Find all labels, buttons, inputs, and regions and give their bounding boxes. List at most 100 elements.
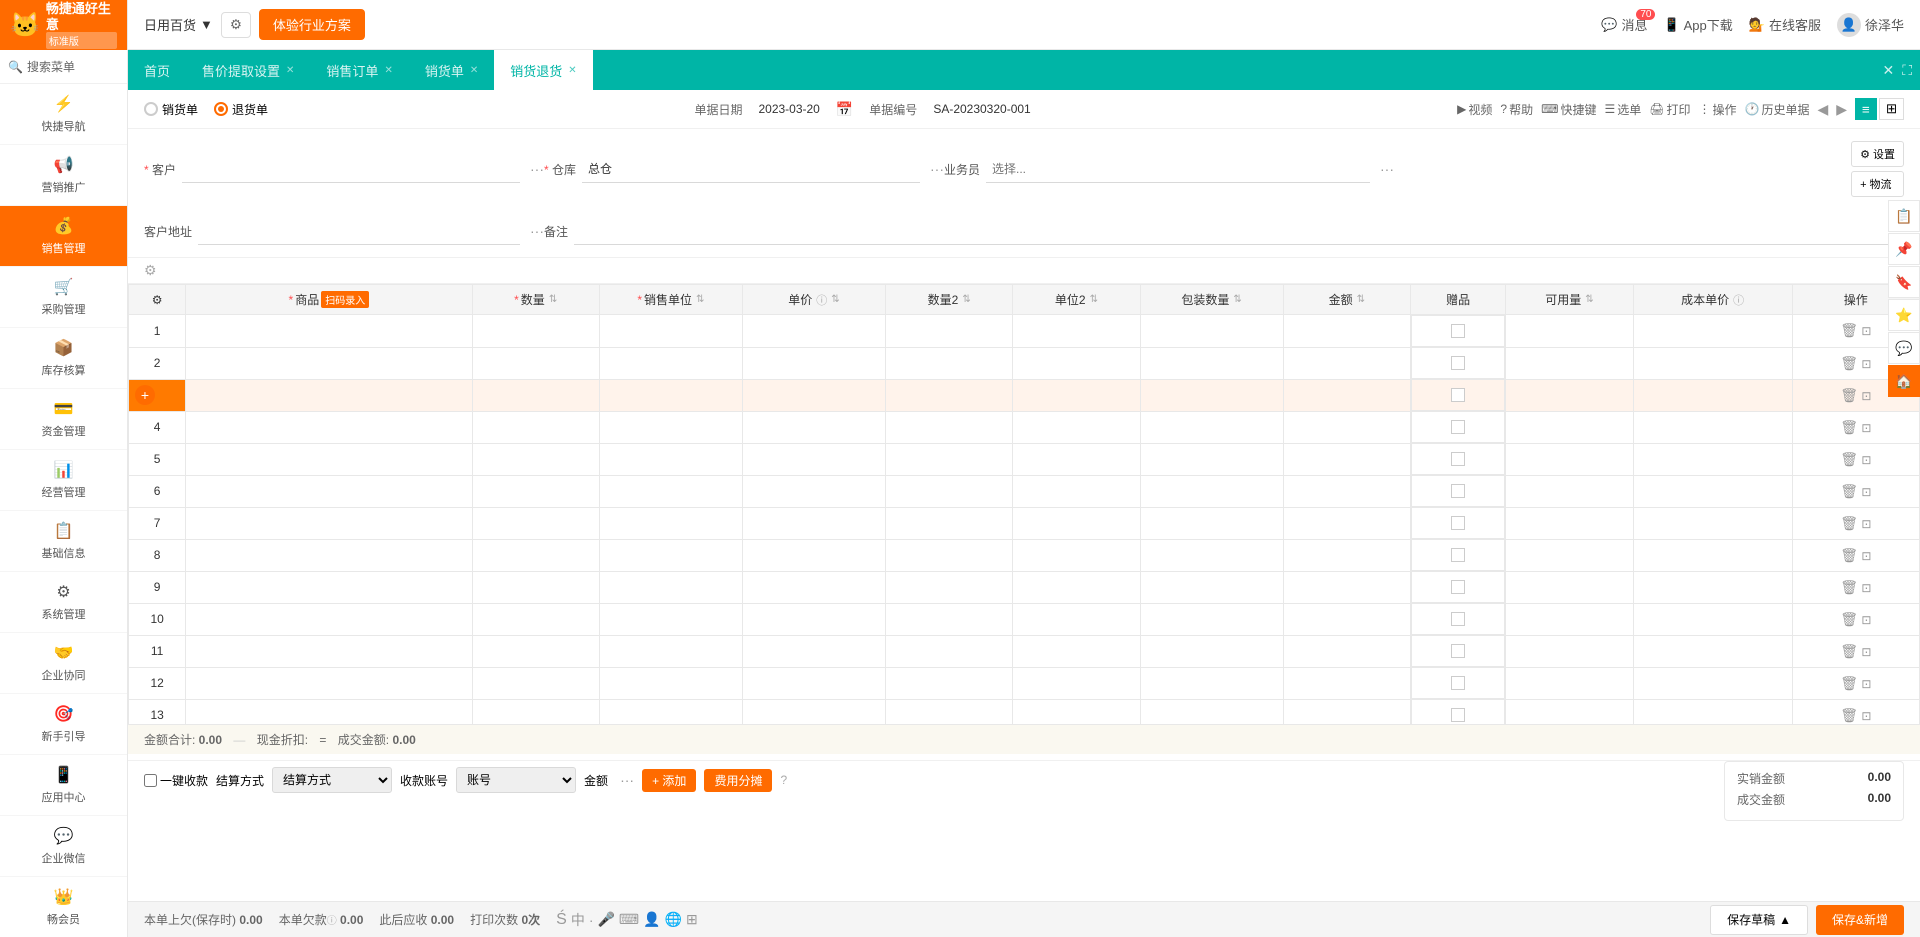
amount-sort-icon[interactable]: ⇅ bbox=[1357, 294, 1365, 305]
copy-row-btn-5[interactable]: ⊡ bbox=[1861, 453, 1871, 467]
cell-cost-8[interactable] bbox=[1633, 539, 1792, 571]
cell-cost-13[interactable] bbox=[1633, 699, 1792, 724]
one-click-checkbox[interactable] bbox=[144, 774, 157, 787]
cell-cost-10[interactable] bbox=[1633, 603, 1792, 635]
delete-row-btn-3[interactable]: 🗑 bbox=[1840, 387, 1858, 404]
float-btn-star[interactable]: ⭐ bbox=[1888, 299, 1920, 331]
cell-unit-3[interactable] bbox=[599, 379, 742, 411]
available-sort-icon[interactable]: ⇅ bbox=[1585, 294, 1593, 305]
cell-qty-4[interactable] bbox=[472, 411, 599, 443]
cell-qty-7[interactable] bbox=[472, 507, 599, 539]
cell-available-2[interactable] bbox=[1506, 347, 1633, 379]
cell-gift-5[interactable] bbox=[1411, 443, 1505, 475]
cell-unit-2[interactable] bbox=[599, 347, 742, 379]
cell-unit2-8[interactable] bbox=[1013, 539, 1140, 571]
cell-unit2-1[interactable] bbox=[1013, 315, 1140, 348]
scan-input-btn[interactable]: 扫码录入 bbox=[321, 291, 369, 308]
cell-amount-10[interactable] bbox=[1283, 603, 1410, 635]
date-picker-icon[interactable]: 📅 bbox=[836, 101, 853, 118]
sidebar-item-vip[interactable]: 👑 畅会员 bbox=[0, 877, 127, 937]
warehouse-input[interactable] bbox=[582, 155, 920, 183]
nav-settings-btn[interactable]: ⚙ bbox=[221, 12, 251, 38]
cell-qty-13[interactable] bbox=[472, 699, 599, 724]
cell-qty-3[interactable] bbox=[472, 379, 599, 411]
cell-unit-9[interactable] bbox=[599, 571, 742, 603]
save-new-btn[interactable]: 保存&新增 bbox=[1816, 905, 1904, 935]
cell-gift-12[interactable] bbox=[1411, 667, 1505, 699]
copy-row-btn-10[interactable]: ⊡ bbox=[1861, 613, 1871, 627]
cell-unit2-11[interactable] bbox=[1013, 635, 1140, 667]
input-icon1[interactable]: 中 bbox=[571, 910, 585, 930]
copy-row-btn-7[interactable]: ⊡ bbox=[1861, 517, 1871, 531]
cell-amount-4[interactable] bbox=[1283, 411, 1410, 443]
cell-qty-5[interactable] bbox=[472, 443, 599, 475]
unit-sort-icon[interactable]: ⇅ bbox=[696, 294, 704, 305]
cell-cost-5[interactable] bbox=[1633, 443, 1792, 475]
settings-side-btn[interactable]: ⚙ 设置 bbox=[1851, 141, 1904, 167]
unit2-sort-icon[interactable]: ⇅ bbox=[1090, 294, 1098, 305]
cell-price-4[interactable] bbox=[742, 411, 885, 443]
cell-price-2[interactable] bbox=[742, 347, 885, 379]
action-operations[interactable]: ⋮ 操作 bbox=[1698, 101, 1736, 118]
cell-gift-9[interactable] bbox=[1411, 571, 1505, 603]
input-icon2[interactable]: · bbox=[589, 912, 594, 928]
cell-unit-1[interactable] bbox=[599, 315, 742, 348]
app-download-btn[interactable]: 📱 App下载 bbox=[1663, 15, 1732, 34]
cell-qty2-13[interactable] bbox=[886, 699, 1013, 724]
qty-sort-icon[interactable]: ⇅ bbox=[549, 294, 557, 305]
sidebar-item-inventory[interactable]: 📦 库存核算 bbox=[0, 328, 127, 389]
cell-product-2[interactable] bbox=[186, 347, 472, 379]
cell-unit2-6[interactable] bbox=[1013, 475, 1140, 507]
cell-amount-1[interactable] bbox=[1283, 315, 1410, 348]
cell-unit2-4[interactable] bbox=[1013, 411, 1140, 443]
cell-product-12[interactable] bbox=[186, 667, 472, 699]
cell-qty-6[interactable] bbox=[472, 475, 599, 507]
cell-price-11[interactable] bbox=[742, 635, 885, 667]
cell-qty-2[interactable] bbox=[472, 347, 599, 379]
cell-available-10[interactable] bbox=[1506, 603, 1633, 635]
tab-price-settings[interactable]: 售价提取设置 ✕ bbox=[186, 50, 310, 90]
add-row-btn[interactable]: + bbox=[135, 385, 155, 405]
cell-packqty-5[interactable] bbox=[1140, 443, 1283, 475]
prev-record-btn[interactable]: ◀ bbox=[1817, 101, 1828, 118]
cell-available-9[interactable] bbox=[1506, 571, 1633, 603]
tab-sales-delivery[interactable]: 销货单 ✕ bbox=[409, 50, 494, 90]
gift-checkbox-4[interactable] bbox=[1451, 420, 1465, 434]
cell-cost-4[interactable] bbox=[1633, 411, 1792, 443]
next-record-btn[interactable]: ▶ bbox=[1836, 101, 1847, 118]
cell-available-6[interactable] bbox=[1506, 475, 1633, 507]
save-draft-btn[interactable]: 保存草稿 ▲ bbox=[1710, 905, 1808, 935]
cell-qty2-9[interactable] bbox=[886, 571, 1013, 603]
expense-btn[interactable]: 费用分摊 bbox=[704, 769, 772, 792]
cell-qty2-2[interactable] bbox=[886, 347, 1013, 379]
delete-row-btn-13[interactable]: 🗑 bbox=[1840, 707, 1858, 724]
cell-amount-12[interactable] bbox=[1283, 667, 1410, 699]
cell-price-5[interactable] bbox=[742, 443, 885, 475]
cell-packqty-9[interactable] bbox=[1140, 571, 1283, 603]
cell-product-1[interactable] bbox=[186, 315, 472, 348]
amount-dots[interactable]: ··· bbox=[620, 772, 634, 788]
cell-qty2-3[interactable] bbox=[886, 379, 1013, 411]
remark-input[interactable] bbox=[574, 217, 1904, 245]
cell-product-6[interactable] bbox=[186, 475, 472, 507]
float-btn-bookmark[interactable]: 🔖 bbox=[1888, 266, 1920, 298]
input-icon7[interactable]: ⊞ bbox=[686, 911, 698, 928]
gift-checkbox-8[interactable] bbox=[1451, 548, 1465, 562]
copy-row-btn-1[interactable]: ⊡ bbox=[1861, 324, 1871, 338]
gift-checkbox-13[interactable] bbox=[1451, 708, 1465, 722]
user-profile-btn[interactable]: 👤 徐泽华 bbox=[1837, 13, 1904, 37]
tab-return-close-icon[interactable]: ✕ bbox=[568, 65, 576, 76]
radio-return[interactable]: 退货单 bbox=[214, 101, 268, 118]
copy-row-btn-2[interactable]: ⊡ bbox=[1861, 357, 1871, 371]
cell-qty2-4[interactable] bbox=[886, 411, 1013, 443]
cell-price-7[interactable] bbox=[742, 507, 885, 539]
cell-packqty-12[interactable] bbox=[1140, 667, 1283, 699]
cell-qty-10[interactable] bbox=[472, 603, 599, 635]
cell-packqty-7[interactable] bbox=[1140, 507, 1283, 539]
cell-unit-6[interactable] bbox=[599, 475, 742, 507]
cell-product-4[interactable] bbox=[186, 411, 472, 443]
action-help[interactable]: ? 帮助 bbox=[1500, 101, 1533, 118]
customer-input[interactable] bbox=[182, 155, 520, 183]
cell-unit-11[interactable] bbox=[599, 635, 742, 667]
cell-cost-2[interactable] bbox=[1633, 347, 1792, 379]
